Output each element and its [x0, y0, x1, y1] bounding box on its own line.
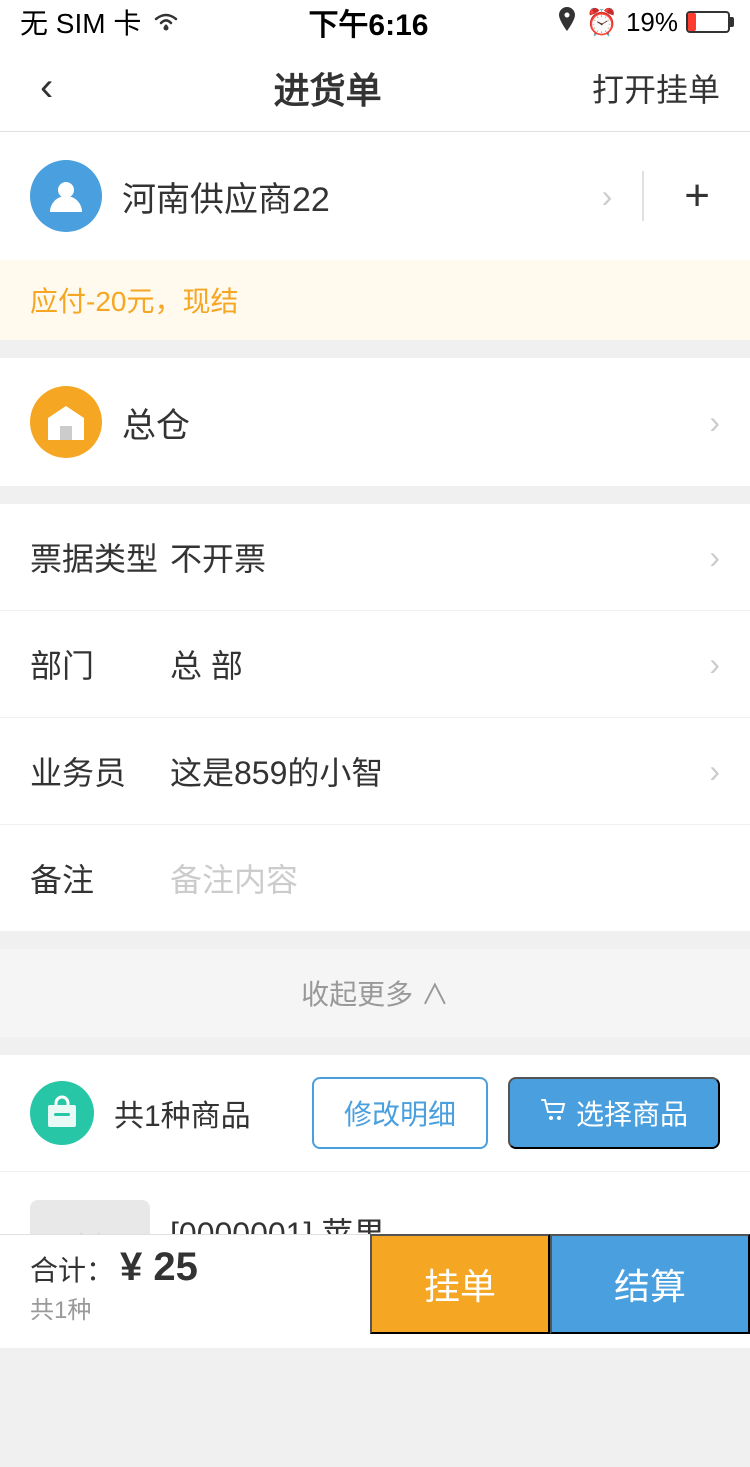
select-product-button[interactable]: 选择商品 — [508, 1077, 720, 1149]
add-supplier-button[interactable]: + — [674, 171, 720, 221]
hang-button[interactable]: 挂单 — [370, 1234, 550, 1334]
warehouse-row[interactable]: 总仓 › — [0, 358, 750, 486]
supplier-section: 河南供应商22 › + 应付-20元，现结 — [0, 132, 750, 340]
supplier-right: › + — [602, 171, 720, 221]
nav-bar: ‹ 进货单 打开挂单 — [0, 44, 750, 132]
total-label: 合计： — [30, 1249, 114, 1289]
salesman-label: 业务员 — [30, 748, 170, 794]
warehouse-icon — [30, 386, 102, 458]
warehouse-chevron-icon: › — [709, 404, 720, 441]
alarm-icon: ⏰ — [586, 7, 618, 38]
total-amount: ¥ 25 — [120, 1245, 198, 1290]
carrier-label: 无 SIM 卡 — [20, 2, 141, 42]
warehouse-name: 总仓 — [122, 398, 709, 447]
warning-banner: 应付-20元，现结 — [0, 260, 750, 340]
form-row-remark[interactable]: 备注 备注内容 — [0, 825, 750, 931]
form-row-ticket[interactable]: 票据类型 不开票 › — [0, 504, 750, 611]
battery-icon — [686, 11, 730, 33]
warehouse-section: 总仓 › — [0, 358, 750, 486]
ticket-chevron-icon: › — [709, 539, 720, 576]
collapse-button[interactable]: 收起更多 ∧ — [0, 949, 750, 1037]
products-icon — [30, 1081, 94, 1145]
supplier-row[interactable]: 河南供应商22 › + — [0, 132, 750, 260]
form-section: 票据类型 不开票 › 部门 总 部 › 业务员 这是859的小智 › 备注 备注… — [0, 504, 750, 931]
salesman-chevron-icon: › — [709, 753, 720, 790]
status-bar: 无 SIM 卡 下午6:16 ⏰ 19% — [0, 0, 750, 44]
wifi-icon — [151, 6, 181, 38]
salesman-value: 这是859的小智 — [170, 748, 709, 794]
location-icon — [556, 6, 578, 39]
remark-input[interactable]: 备注内容 — [170, 855, 720, 901]
status-right: ⏰ 19% — [556, 6, 730, 39]
supplier-chevron-icon: › — [602, 178, 613, 215]
ticket-value: 不开票 — [170, 534, 709, 580]
products-count: 共1种商品 — [114, 1091, 292, 1135]
cart-icon — [540, 1097, 568, 1129]
supplier-name: 河南供应商22 — [122, 172, 602, 221]
open-hang-button[interactable]: 打开挂单 — [592, 65, 720, 111]
remark-label: 备注 — [30, 855, 170, 901]
edit-detail-button[interactable]: 修改明细 — [312, 1077, 488, 1149]
form-row-dept[interactable]: 部门 总 部 › — [0, 611, 750, 718]
supplier-avatar — [30, 160, 102, 232]
battery-label: 19% — [626, 7, 678, 38]
footer-total: 合计： ¥ 25 共1种 — [0, 1234, 370, 1334]
select-product-label: 选择商品 — [576, 1093, 688, 1133]
checkout-button[interactable]: 结算 — [550, 1234, 750, 1334]
total-sub: 共1种 — [30, 1290, 340, 1325]
form-row-salesman[interactable]: 业务员 这是859的小智 › — [0, 718, 750, 825]
dept-value: 总 部 — [170, 641, 709, 687]
footer: 合计： ¥ 25 共1种 挂单 结算 — [0, 1234, 750, 1334]
status-left: 无 SIM 卡 — [20, 2, 181, 42]
time-label: 下午6:16 — [308, 0, 428, 44]
divider — [642, 171, 644, 221]
page-title: 进货单 — [274, 62, 382, 114]
dept-label: 部门 — [30, 641, 170, 687]
products-header: 共1种商品 修改明细 选择商品 — [0, 1055, 750, 1172]
ticket-label: 票据类型 — [30, 534, 170, 580]
back-button[interactable]: ‹ — [30, 55, 63, 120]
dept-chevron-icon: › — [709, 646, 720, 683]
